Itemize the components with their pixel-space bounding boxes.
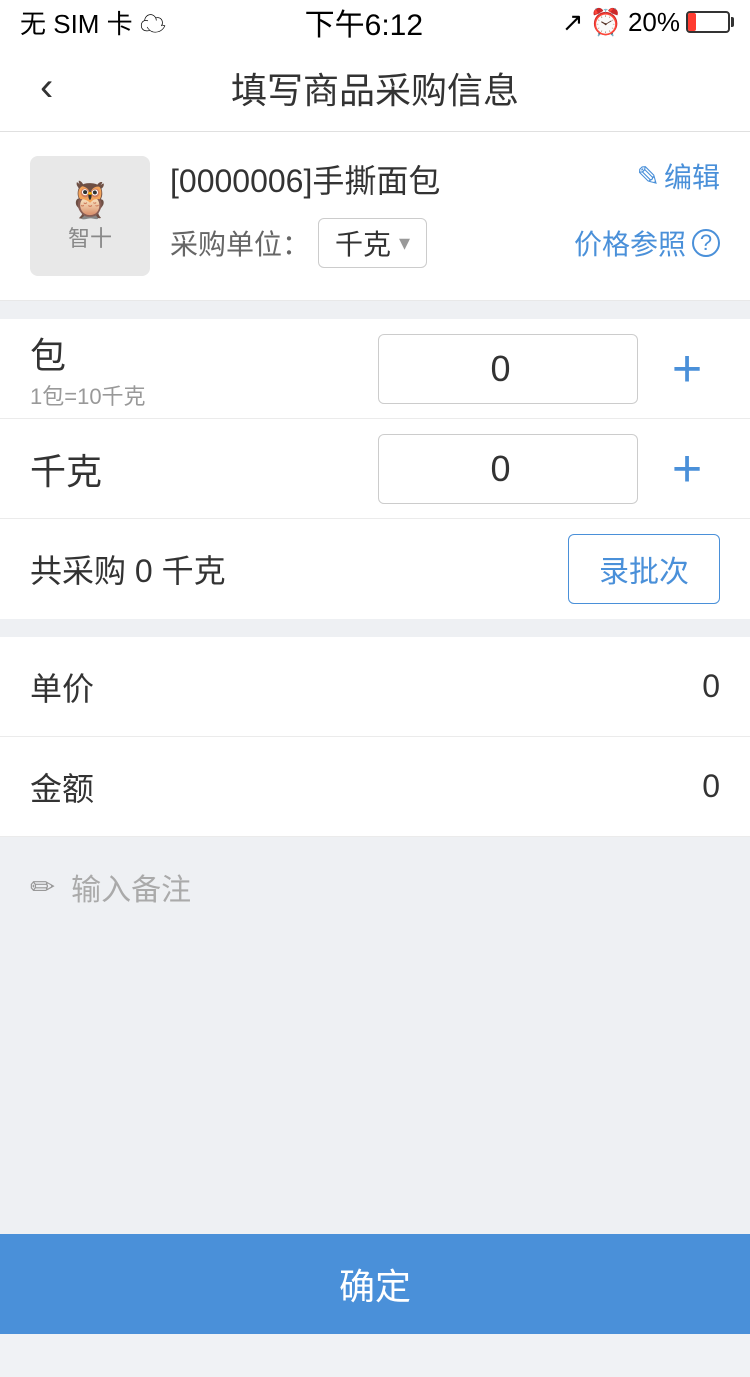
- total-row: 共采购 0 千克 录批次: [0, 519, 750, 619]
- product-header: [0000006]手撕面包 ✎ 编辑: [170, 156, 720, 202]
- battery-icon: [686, 11, 730, 33]
- kg-input-right: +: [150, 434, 720, 504]
- status-bar: 无 SIM 卡 ☁ 下午6:12 ↗ ⏰ 20%: [0, 0, 750, 44]
- section-divider-2: [0, 619, 750, 637]
- product-info: [0000006]手撕面包 ✎ 编辑 采购单位： 千克 ▾ 价格参照 ?: [170, 156, 720, 268]
- bao-sub-label: 1包=10千克: [30, 379, 150, 411]
- section-divider-1: [0, 301, 750, 319]
- location-icon: ↗: [562, 7, 584, 38]
- product-logo: 🦉 智十: [68, 179, 113, 253]
- bao-plus-button[interactable]: +: [654, 336, 720, 402]
- product-unit-row: 采购单位： 千克 ▾ 价格参照 ?: [170, 218, 720, 268]
- unit-price-value: 0: [702, 668, 720, 705]
- kg-label-group: 千克: [30, 443, 150, 495]
- bao-input-right: +: [150, 334, 720, 404]
- input-section: 包 1包=10千克 + 千克 +: [0, 319, 750, 519]
- kg-label: 千克: [30, 443, 150, 495]
- dropdown-arrow-icon: ▾: [399, 230, 410, 256]
- unit-selector[interactable]: 千克 ▾: [318, 218, 427, 268]
- kg-input-row: 千克 +: [0, 419, 750, 519]
- unit-price-label: 单价: [30, 664, 94, 710]
- kg-plus-button[interactable]: +: [654, 436, 720, 502]
- unit-price-row: 单价 0: [0, 637, 750, 737]
- battery-text: 20%: [628, 7, 680, 38]
- price-ref-button[interactable]: 价格参照 ?: [574, 223, 720, 263]
- bao-qty-input[interactable]: [378, 334, 638, 404]
- amount-row: 金额 0: [0, 737, 750, 837]
- status-right: ↗ ⏰ 20%: [562, 7, 730, 38]
- kg-qty-input[interactable]: [378, 434, 638, 504]
- unit-label: 采购单位：: [170, 223, 310, 263]
- info-icon: ?: [692, 229, 720, 257]
- pencil-icon: ✏: [30, 870, 55, 905]
- status-left: 无 SIM 卡 ☁: [20, 4, 166, 41]
- edit-icon: ✎: [637, 160, 660, 193]
- product-name: [0000006]手撕面包: [170, 156, 440, 202]
- info-section: 单价 0 金额 0: [0, 637, 750, 837]
- alarm-icon: ⏰: [590, 7, 622, 38]
- remark-placeholder: 输入备注: [71, 865, 191, 909]
- nav-bar: ‹ 填写商品采购信息: [0, 44, 750, 132]
- back-button[interactable]: ‹: [30, 55, 63, 120]
- bao-label: 包: [30, 327, 150, 379]
- product-thumbnail: 🦉 智十: [30, 156, 150, 276]
- total-text: 共采购 0 千克: [30, 546, 226, 592]
- empty-space: [0, 937, 750, 1277]
- confirm-button[interactable]: 确定: [0, 1234, 750, 1334]
- bao-input-row: 包 1包=10千克 +: [0, 319, 750, 419]
- status-time: 下午6:12: [305, 0, 423, 44]
- page-title: 填写商品采购信息: [231, 62, 519, 114]
- bao-label-group: 包 1包=10千克: [30, 327, 150, 411]
- signal-text: 无 SIM 卡 ☁: [20, 4, 166, 41]
- product-card: 🦉 智十 [0000006]手撕面包 ✎ 编辑 采购单位： 千克: [0, 132, 750, 301]
- batch-button[interactable]: 录批次: [568, 534, 720, 604]
- edit-button[interactable]: ✎ 编辑: [637, 156, 720, 196]
- unit-value: 千克: [335, 223, 391, 263]
- amount-label: 金额: [30, 764, 94, 810]
- amount-value: 0: [702, 768, 720, 805]
- remark-section[interactable]: ✏ 输入备注: [0, 837, 750, 937]
